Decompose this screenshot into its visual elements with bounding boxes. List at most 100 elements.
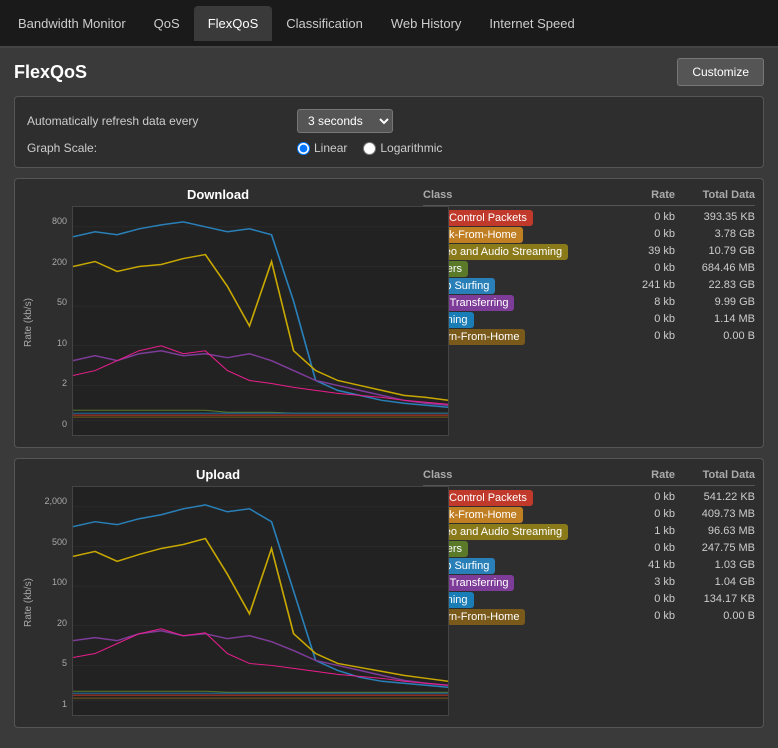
scale-logarithmic-text: Logarithmic	[380, 141, 442, 155]
legend-total: 541.22 KB	[675, 491, 755, 503]
legend-rate: 0 kb	[615, 593, 675, 605]
legend-rate: 0 kb	[615, 228, 675, 240]
scale-linear-radio[interactable]	[297, 142, 310, 155]
legend-row: Others 0 kb 247.75 MB	[423, 541, 755, 555]
scale-label: Graph Scale:	[27, 141, 297, 155]
upload-legend: Class Rate Total Data Net Control Packet…	[423, 467, 755, 719]
legend-total: 96.63 MB	[675, 525, 755, 537]
refresh-label: Automatically refresh data every	[27, 114, 297, 128]
download-ytick-3: 10	[36, 338, 70, 348]
download-title: Download	[23, 187, 413, 202]
legend-rate: 8 kb	[615, 296, 675, 308]
upload-chart-svg	[72, 486, 449, 716]
download-y-label: Rate (kb/s)	[23, 206, 34, 439]
legend-total: 1.14 MB	[675, 313, 755, 325]
legend-row: Web Surfing 41 kb 1.03 GB	[423, 558, 755, 572]
header-bar: FlexQoS Customize	[14, 58, 764, 86]
legend-row: File Transferring 3 kb 1.04 GB	[423, 575, 755, 589]
upload-ytick-3: 20	[36, 618, 70, 628]
download-legend: Class Rate Total Data Net Control Packet…	[423, 187, 755, 439]
upload-ytick-1: 500	[36, 537, 70, 547]
legend-rate: 241 kb	[615, 279, 675, 291]
legend-row: Gaming 0 kb 134.17 KB	[423, 592, 755, 606]
download-legend-rows: Net Control Packets 0 kb 393.35 KB Work-…	[423, 210, 755, 343]
legend-rate: 41 kb	[615, 559, 675, 571]
legend-rate: 0 kb	[615, 211, 675, 223]
main-content: FlexQoS Customize Automatically refresh …	[0, 48, 778, 748]
upload-legend-header: Class Rate Total Data	[423, 467, 755, 486]
upload-chart-area: 2,000 500 100 20 5 1	[36, 486, 413, 719]
download-chart-wrap: Rate (kb/s) 800 200 50 10 2 0	[23, 206, 413, 439]
upload-legend-rows: Net Control Packets 0 kb 541.22 KB Work-…	[423, 490, 755, 623]
scale-linear-label[interactable]: Linear	[297, 141, 347, 155]
download-chart-area: 800 200 50 10 2 0	[36, 206, 413, 439]
legend-row: Work-From-Home 0 kb 409.73 MB	[423, 507, 755, 521]
legend-total: 22.83 GB	[675, 279, 755, 291]
top-navigation: Bandwidth Monitor QoS FlexQoS Classifica…	[0, 0, 778, 48]
upload-y-label: Rate (kb/s)	[23, 486, 34, 719]
download-ytick-0: 800	[36, 216, 70, 226]
legend-rate: 0 kb	[615, 508, 675, 520]
settings-panel: Automatically refresh data every 1 secon…	[14, 96, 764, 168]
upload-class-header: Class	[423, 469, 615, 481]
legend-row: Others 0 kb 684.46 MB	[423, 261, 755, 275]
download-ytick-4: 2	[36, 378, 70, 388]
legend-total: 0.00 B	[675, 610, 755, 622]
upload-total-header: Total Data	[675, 469, 755, 481]
download-rate-header: Rate	[615, 189, 675, 201]
legend-row: Video and Audio Streaming 39 kb 10.79 GB	[423, 244, 755, 258]
scale-radio-group: Linear Logarithmic	[297, 141, 442, 155]
legend-total: 1.03 GB	[675, 559, 755, 571]
legend-total: 409.73 MB	[675, 508, 755, 520]
upload-ytick-5: 1	[36, 699, 70, 709]
upload-chart-wrap: Rate (kb/s) 2,000 500 100 20 5 1	[23, 486, 413, 719]
legend-rate: 0 kb	[615, 313, 675, 325]
legend-row: Net Control Packets 0 kb 541.22 KB	[423, 490, 755, 504]
legend-rate: 0 kb	[615, 491, 675, 503]
tab-web-history[interactable]: Web History	[377, 6, 476, 41]
upload-chart-container: Upload Rate (kb/s) 2,000 500 100 20 5 1	[23, 467, 413, 719]
legend-total: 3.78 GB	[675, 228, 755, 240]
legend-row: Net Control Packets 0 kb 393.35 KB	[423, 210, 755, 224]
legend-total: 0.00 B	[675, 330, 755, 342]
customize-button[interactable]: Customize	[677, 58, 764, 86]
legend-rate: 3 kb	[615, 576, 675, 588]
legend-row: File Transferring 8 kb 9.99 GB	[423, 295, 755, 309]
legend-row: Web Surfing 241 kb 22.83 GB	[423, 278, 755, 292]
legend-total: 10.79 GB	[675, 245, 755, 257]
upload-title: Upload	[23, 467, 413, 482]
upload-ytick-2: 100	[36, 577, 70, 587]
scale-logarithmic-label[interactable]: Logarithmic	[363, 141, 442, 155]
legend-row: Learn-From-Home 0 kb 0.00 B	[423, 609, 755, 623]
tab-internet-speed[interactable]: Internet Speed	[475, 6, 588, 41]
page-title: FlexQoS	[14, 62, 87, 83]
legend-row: Video and Audio Streaming 1 kb 96.63 MB	[423, 524, 755, 538]
legend-total: 684.46 MB	[675, 262, 755, 274]
download-ytick-2: 50	[36, 297, 70, 307]
legend-total: 247.75 MB	[675, 542, 755, 554]
legend-rate: 39 kb	[615, 245, 675, 257]
tab-classification[interactable]: Classification	[272, 6, 377, 41]
upload-ytick-0: 2,000	[36, 496, 70, 506]
scale-logarithmic-radio[interactable]	[363, 142, 376, 155]
tab-flexqos[interactable]: FlexQoS	[194, 6, 273, 41]
legend-row: Gaming 0 kb 1.14 MB	[423, 312, 755, 326]
tab-bandwidth-monitor[interactable]: Bandwidth Monitor	[4, 6, 140, 41]
legend-total: 1.04 GB	[675, 576, 755, 588]
scale-row: Graph Scale: Linear Logarithmic	[27, 137, 751, 159]
download-class-header: Class	[423, 189, 615, 201]
tab-qos[interactable]: QoS	[140, 6, 194, 41]
upload-rate-header: Rate	[615, 469, 675, 481]
legend-rate: 0 kb	[615, 262, 675, 274]
download-total-header: Total Data	[675, 189, 755, 201]
refresh-row: Automatically refresh data every 1 secon…	[27, 105, 751, 137]
upload-ytick-4: 5	[36, 658, 70, 668]
download-ytick-5: 0	[36, 419, 70, 429]
legend-rate: 0 kb	[615, 330, 675, 342]
legend-total: 9.99 GB	[675, 296, 755, 308]
legend-total: 134.17 KB	[675, 593, 755, 605]
download-chart-container: Download Rate (kb/s) 800 200 50 10 2 0	[23, 187, 413, 439]
legend-row: Learn-From-Home 0 kb 0.00 B	[423, 329, 755, 343]
download-chart-svg	[72, 206, 449, 436]
refresh-select[interactable]: 1 second 2 seconds 3 seconds 5 seconds 1…	[297, 109, 393, 133]
